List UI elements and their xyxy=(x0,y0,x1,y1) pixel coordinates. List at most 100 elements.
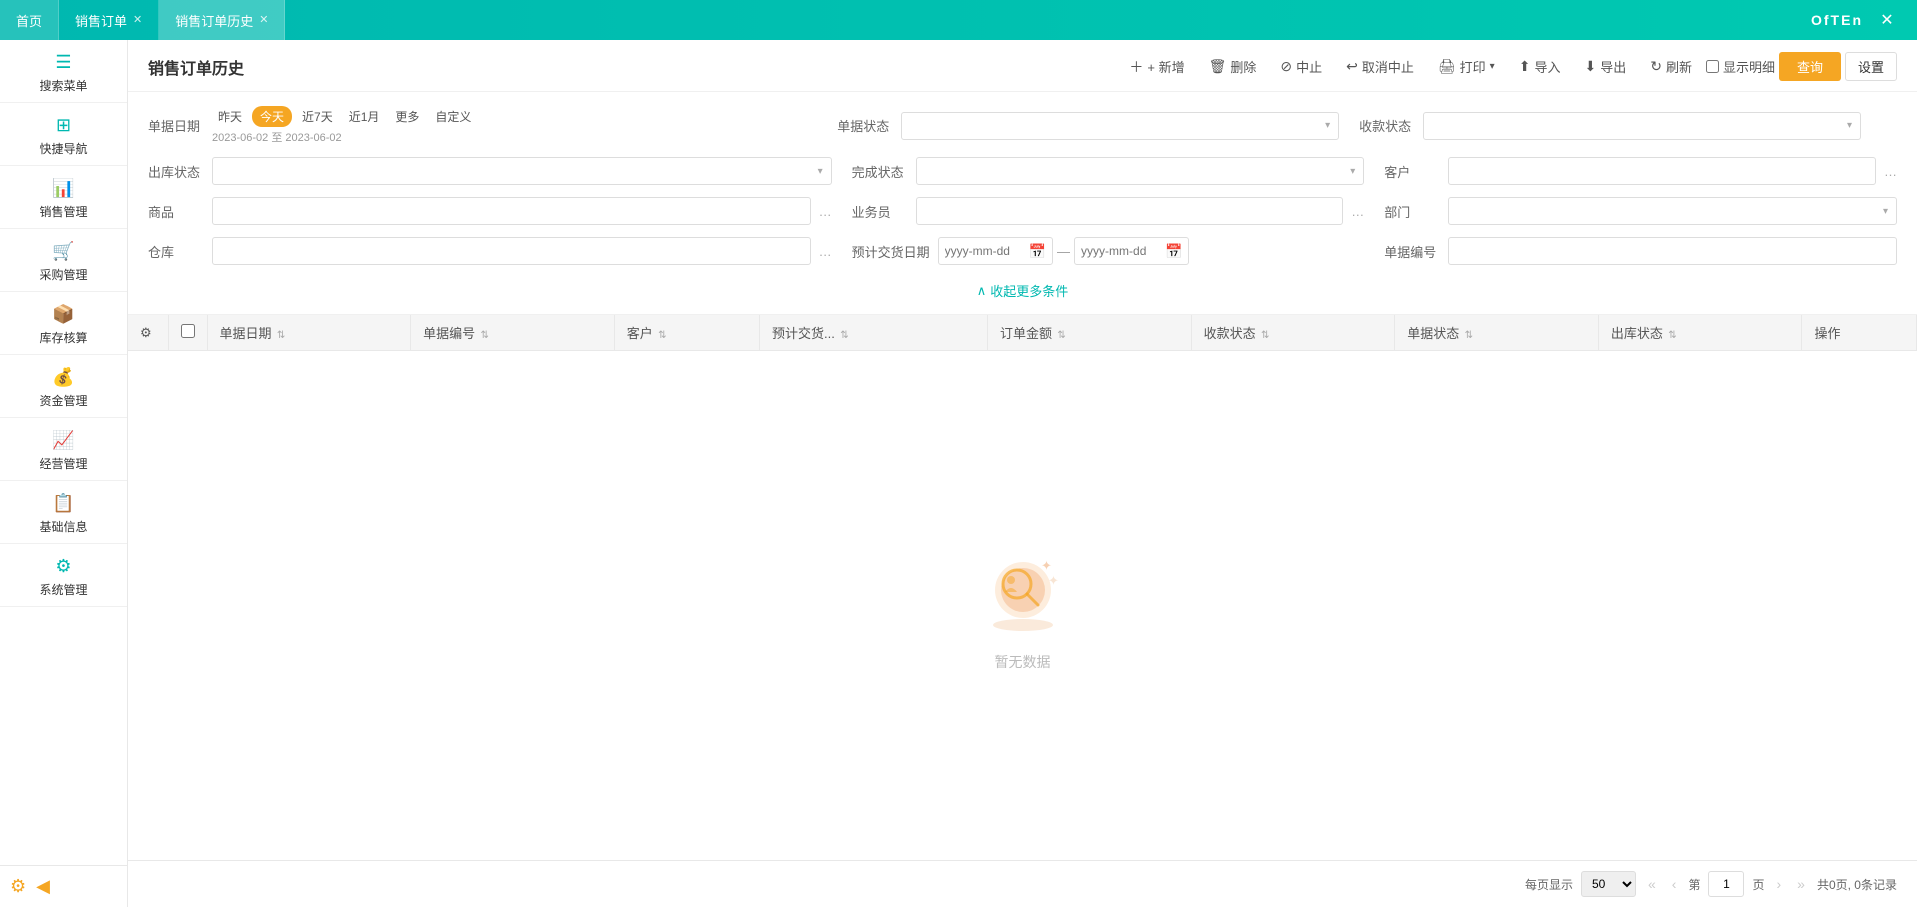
cancel-stop-btn[interactable]: ↩ 取消中止 xyxy=(1336,53,1424,80)
sidebar-item-quicknav-label: 快捷导航 xyxy=(39,140,87,157)
th-order-status-label: 单据状态 xyxy=(1407,326,1459,341)
tab-sales-order-close[interactable]: ✕ xyxy=(133,15,142,26)
collapse-label: 收起更多条件 xyxy=(990,281,1068,300)
show-detail-checkbox-wrap[interactable]: 显示明细 xyxy=(1706,57,1775,76)
sidebar-item-inventory[interactable]: 📦 库存核算 xyxy=(0,292,127,355)
warehouse-control: … xyxy=(212,237,832,265)
data-table: ⚙ 单据日期 ⇅ 单据编号 ⇅ xyxy=(128,315,1917,351)
new-icon: ＋ xyxy=(1129,57,1143,77)
th-settings[interactable]: ⚙ xyxy=(128,315,168,351)
sidebar-item-purchase[interactable]: 🛒 采购管理 xyxy=(0,229,127,292)
th-amount[interactable]: 订单金额 ⇅ xyxy=(987,315,1191,351)
date-btn-1month[interactable]: 近1月 xyxy=(343,106,386,127)
expected-date-end[interactable] xyxy=(1081,244,1161,258)
customer-dots[interactable]: … xyxy=(1884,164,1897,179)
sidebar-collapse-btn[interactable]: ◀ xyxy=(36,876,50,897)
complete-status-select[interactable]: ▾ xyxy=(916,157,1365,185)
first-page-btn[interactable]: « xyxy=(1644,874,1660,894)
tab-sales-order[interactable]: 销售订单 ✕ xyxy=(59,0,159,40)
th-payment-status[interactable]: 收款状态 ⇅ xyxy=(1191,315,1395,351)
filter-order-no: 单据编号 xyxy=(1384,237,1897,265)
sidebar-item-finance[interactable]: 💰 资金管理 xyxy=(0,355,127,418)
date-btn-7days[interactable]: 近7天 xyxy=(296,106,339,127)
date-btn-more[interactable]: 更多 xyxy=(389,106,425,127)
search-menu-icon: ☰ xyxy=(55,52,71,73)
refresh-btn[interactable]: ↻ 刷新 xyxy=(1640,53,1702,80)
customer-label: 客户 xyxy=(1384,162,1440,181)
customer-input[interactable] xyxy=(1448,157,1876,185)
th-operations: 操作 xyxy=(1802,315,1917,351)
sidebar-item-search[interactable]: ☰ 搜索菜单 xyxy=(0,40,127,103)
salesperson-input[interactable] xyxy=(916,197,1344,225)
warehouse-input[interactable] xyxy=(212,237,811,265)
order-no-input[interactable] xyxy=(1448,237,1897,265)
refresh-label: 刷新 xyxy=(1666,57,1692,76)
th-order-status[interactable]: 单据状态 ⇅ xyxy=(1395,315,1599,351)
customer-control: … xyxy=(1448,157,1897,185)
filter-customer: 客户 … xyxy=(1384,157,1897,185)
cancel-stop-label: 取消中止 xyxy=(1362,57,1414,76)
cal-start-icon[interactable]: 📅 xyxy=(1029,243,1046,260)
th-no[interactable]: 单据编号 ⇅ xyxy=(411,315,615,351)
empty-state: ✦ ✦ 暂无数据 xyxy=(128,351,1917,860)
cal-end-icon[interactable]: 📅 xyxy=(1165,243,1182,260)
sidebar-item-system[interactable]: ⚙ 系统管理 xyxy=(0,544,127,607)
stop-btn[interactable]: ⊘ 中止 xyxy=(1270,53,1332,80)
delete-btn[interactable]: 🗑 删除 xyxy=(1199,53,1267,80)
per-page-select[interactable]: 50 10 20 100 xyxy=(1581,871,1636,897)
date-btn-today[interactable]: 今天 xyxy=(252,106,292,127)
window-close-btn[interactable]: ✕ xyxy=(1873,6,1901,34)
sidebar-item-sales[interactable]: 📊 销售管理 xyxy=(0,166,127,229)
export-btn[interactable]: ⬇ 导出 xyxy=(1574,53,1636,80)
next-page-btn[interactable]: › xyxy=(1773,874,1786,894)
top-bar-right: OfTEn ✕ xyxy=(1795,6,1917,34)
warehouse-dots[interactable]: … xyxy=(819,244,832,259)
print-icon: 🖨 xyxy=(1438,58,1456,75)
order-no-label: 单据编号 xyxy=(1384,242,1440,261)
product-input[interactable] xyxy=(212,197,811,225)
th-customer[interactable]: 客户 ⇅ xyxy=(614,315,759,351)
date-group: 昨天 今天 近7天 近1月 更多 自定义 2023-06-02 至 2023-0… xyxy=(212,106,477,145)
settings-icon[interactable]: ⚙ xyxy=(140,325,152,340)
print-btn[interactable]: 🖨 打印 xyxy=(1428,53,1505,80)
filter-salesperson: 业务员 … xyxy=(852,197,1365,225)
current-page-input[interactable] xyxy=(1708,871,1744,897)
sales-icon: 📊 xyxy=(52,178,74,199)
settings-btn[interactable]: 设置 xyxy=(1845,52,1897,81)
th-operations-label: 操作 xyxy=(1814,326,1840,341)
product-dots[interactable]: … xyxy=(819,204,832,219)
date-btn-custom[interactable]: 自定义 xyxy=(429,106,477,127)
delivery-status-select[interactable]: ▾ xyxy=(212,157,832,185)
select-all-checkbox[interactable] xyxy=(181,324,195,338)
date-control: 昨天 今天 近7天 近1月 更多 自定义 2023-06-02 至 2023-0… xyxy=(212,106,817,145)
show-detail-checkbox[interactable] xyxy=(1706,60,1719,73)
sidebar-settings-btn[interactable]: ⚙ xyxy=(10,876,26,897)
complete-status-arrow: ▾ xyxy=(1350,166,1355,177)
th-expected-date[interactable]: 预计交货... ⇅ xyxy=(760,315,988,351)
sidebar-item-basic[interactable]: 📋 基础信息 xyxy=(0,481,127,544)
import-btn[interactable]: ⬆ 导入 xyxy=(1509,53,1571,80)
new-btn[interactable]: ＋ + 新增 xyxy=(1119,53,1194,81)
tab-sales-order-history-close[interactable]: ✕ xyxy=(259,15,268,26)
payment-status-select[interactable]: ▾ xyxy=(1423,112,1861,140)
order-status-control: ▾ xyxy=(901,112,1339,140)
order-status-select[interactable]: ▾ xyxy=(901,112,1339,140)
date-range-text: 2023-06-02 至 2023-06-02 xyxy=(212,129,477,145)
date-btn-yesterday[interactable]: 昨天 xyxy=(212,106,248,127)
th-date[interactable]: 单据日期 ⇅ xyxy=(207,315,411,351)
tab-sales-order-history[interactable]: 销售订单历史 ✕ xyxy=(159,0,285,40)
collapse-more[interactable]: ∧ 收起更多条件 xyxy=(148,277,1897,308)
last-page-btn[interactable]: » xyxy=(1793,874,1809,894)
department-select[interactable]: ▾ xyxy=(1448,197,1897,225)
salesperson-dots[interactable]: … xyxy=(1351,204,1364,219)
sidebar-item-quicknav[interactable]: ⊞ 快捷导航 xyxy=(0,103,127,166)
expected-date-start[interactable] xyxy=(945,244,1025,258)
refresh-icon: ↻ xyxy=(1650,58,1662,75)
query-btn[interactable]: 查询 xyxy=(1779,52,1841,81)
prev-page-btn[interactable]: ‹ xyxy=(1668,874,1681,894)
th-delivery-status[interactable]: 出库状态 ⇅ xyxy=(1598,315,1802,351)
tab-home[interactable]: 首页 xyxy=(0,0,59,40)
sidebar-item-system-label: 系统管理 xyxy=(39,581,87,598)
system-icon: ⚙ xyxy=(55,556,71,577)
sidebar-item-operations[interactable]: 📈 经营管理 xyxy=(0,418,127,481)
